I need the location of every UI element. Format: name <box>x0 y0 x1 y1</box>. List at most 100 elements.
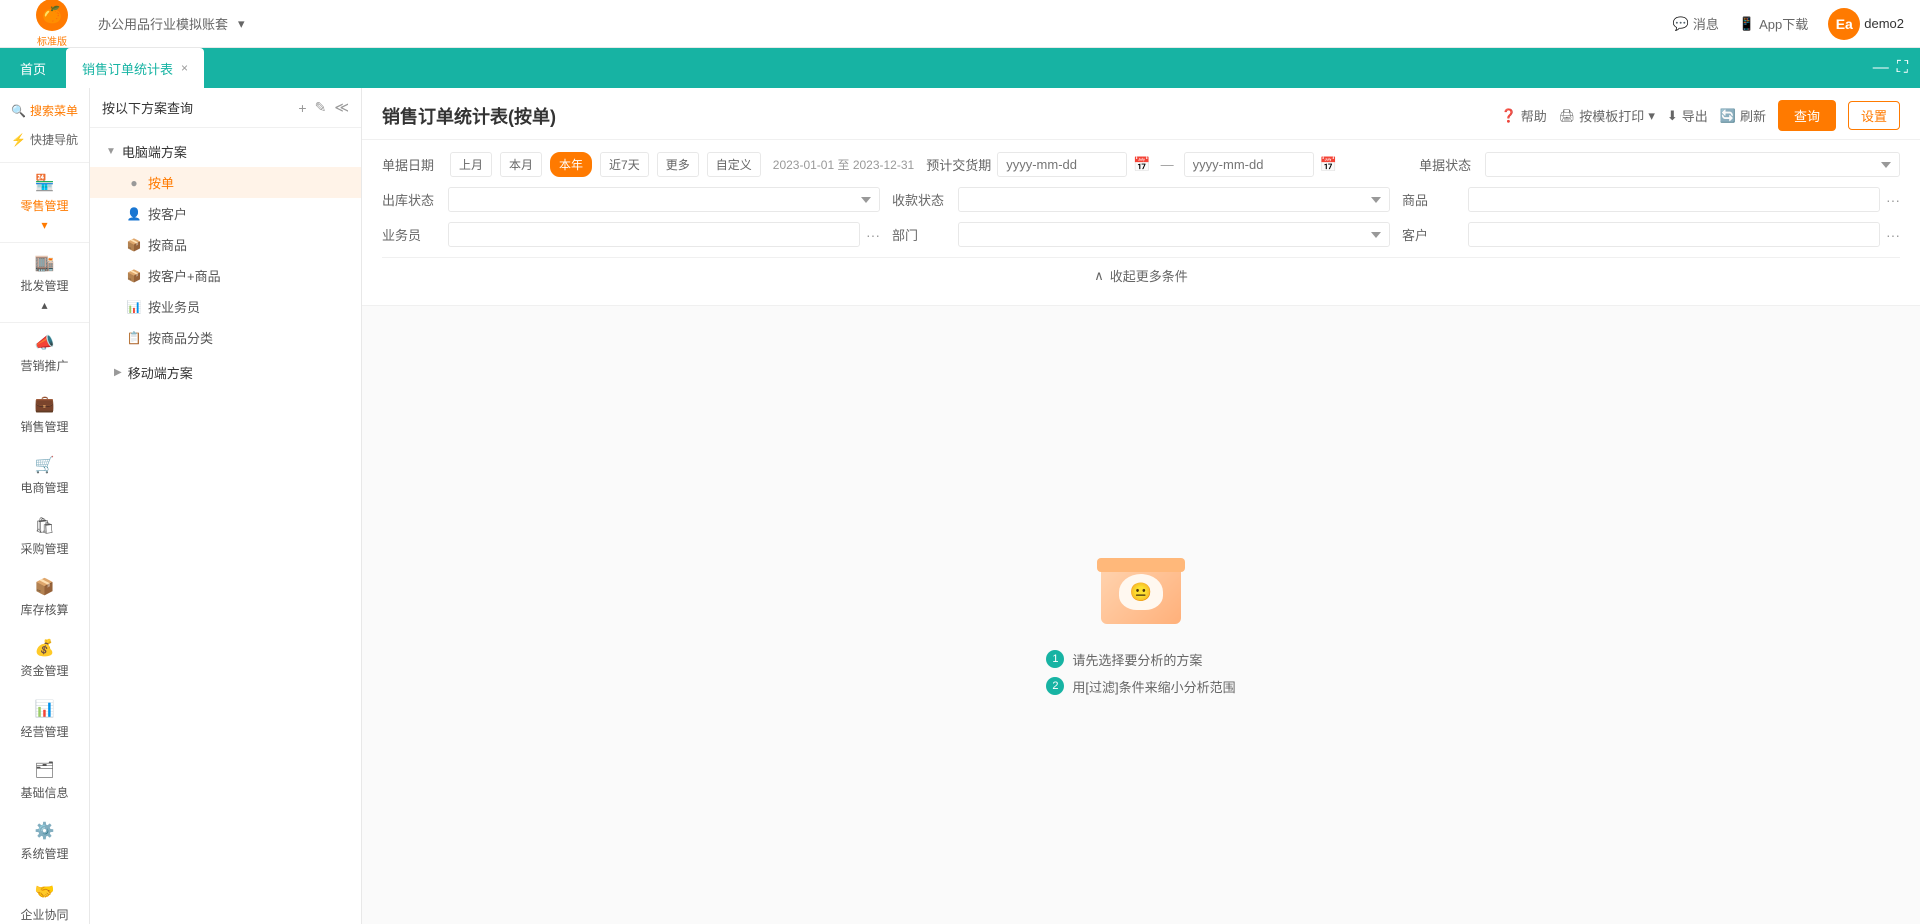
tree-group-pc-title[interactable]: ▼ 电脑端方案 <box>90 136 361 167</box>
delivery-status-select[interactable] <box>448 187 880 212</box>
collapse-panel-btn[interactable]: ≪ <box>334 99 349 116</box>
product-input[interactable] <box>1468 187 1880 212</box>
search-icon: 🔍 <box>11 104 26 118</box>
date-last-7[interactable]: 近7天 <box>600 152 649 177</box>
minimize-btn[interactable]: — <box>1873 59 1889 77</box>
add-scheme-btn[interactable]: + <box>298 100 306 116</box>
sidebar-item-retail-label: 零售管理 <box>20 197 68 214</box>
date-filter: 单据日期 上月 本月 本年 近7天 更多 自定义 2023-01-01 至 20… <box>382 152 914 177</box>
setting-btn[interactable]: 设置 <box>1848 101 1900 130</box>
mobile-group-arrow: ▶ <box>114 367 122 378</box>
template-print-btn[interactable]: 🖨 按模板打印 ▾ <box>1559 106 1655 125</box>
sidebar-item-basic[interactable]: 🗂 基础信息 <box>0 750 89 811</box>
page-actions: ❓ 帮助 🖨 按模板打印 ▾ ⬇ 导出 🔄 刷新 <box>1501 100 1900 131</box>
sidebar-item-finance[interactable]: 💰 资金管理 <box>0 628 89 689</box>
download-btn[interactable]: 📱 App下载 <box>1739 14 1808 33</box>
user-area[interactable]: Ea demo2 <box>1828 8 1904 40</box>
sidebar-item-wholesale-label: 批发管理 <box>20 277 68 294</box>
expected-delivery-filter: 预计交货期 📅 — 📅 <box>926 152 1407 177</box>
tree-group-mobile-title[interactable]: ▶ 移动端方案 <box>90 357 361 388</box>
sidebar-item-ecommerce[interactable]: 🛒 电商管理 <box>0 445 89 506</box>
customer-input[interactable] <box>1468 222 1880 247</box>
collapse-chevron-icon: ∧ <box>1094 268 1104 284</box>
cal-from-icon[interactable]: 📅 <box>1133 156 1150 173</box>
edit-scheme-btn[interactable]: ✎ <box>315 99 327 116</box>
cal-to-icon[interactable]: 📅 <box>1320 156 1337 173</box>
collapse-btn[interactable]: ∧ 收起更多条件 <box>382 257 1900 293</box>
salesperson-input[interactable] <box>448 222 860 247</box>
export-btn[interactable]: ⬇ 导出 <box>1667 106 1708 125</box>
pc-group-arrow: ▼ <box>106 146 116 157</box>
customer-filter: 客户 ··· <box>1402 222 1900 247</box>
query-btn[interactable]: 查询 <box>1778 100 1836 131</box>
date-custom[interactable]: 自定义 <box>707 152 761 177</box>
tree-item-by-product[interactable]: 📦 按商品 <box>90 229 361 260</box>
tree-item-by-customer[interactable]: 👤 按客户 <box>90 198 361 229</box>
sidebar-top: 🔍 搜索菜单 ⚡ 快捷导航 <box>0 88 89 163</box>
left-panel-title: 按以下方案查询 <box>102 98 290 117</box>
expected-delivery-from[interactable] <box>997 152 1127 177</box>
sidebar-shortcut[interactable]: ⚡ 快捷导航 <box>0 125 89 154</box>
inventory-icon: 📦 <box>35 577 55 597</box>
page-title: 销售订单统计表(按单) <box>382 103 556 129</box>
by-customer-product-icon: 📦 <box>126 269 142 283</box>
tree-item-by-customer-product[interactable]: 📦 按客户+商品 <box>90 260 361 291</box>
date-this-year[interactable]: 本年 <box>550 152 592 177</box>
sidebar-group-retail: 🏪 零售管理 ▾ <box>0 163 89 243</box>
doc-status-select[interactable] <box>1485 152 1900 177</box>
sidebar-item-wholesale[interactable]: 🏬 批发管理 ▴ <box>0 243 89 322</box>
message-icon: 💬 <box>1673 16 1689 32</box>
sidebar-item-inventory[interactable]: 📦 库存核算 <box>0 567 89 628</box>
sidebar-item-system-label: 系统管理 <box>20 845 68 862</box>
sidebar-item-marketing[interactable]: 📣 营销推广 <box>0 323 89 384</box>
left-panel-tree: ▼ 电脑端方案 ● 按单 👤 按客户 📦 按商品 <box>90 128 361 924</box>
sidebar-item-system[interactable]: ⚙️ 系统管理 <box>0 811 89 872</box>
wholesale-icon: 🏬 <box>35 253 55 273</box>
expected-delivery-to[interactable] <box>1184 152 1314 177</box>
help-icon: ❓ <box>1501 108 1517 124</box>
date-last-month[interactable]: 上月 <box>450 152 492 177</box>
department-label: 部门 <box>892 225 952 244</box>
content-area: 按以下方案查询 + ✎ ≪ ▼ 电脑端方案 ● 按单 👤 <box>90 88 1920 924</box>
date-more[interactable]: 更多 <box>657 152 699 177</box>
sidebar-item-enterprise[interactable]: 🤝 企业协同 <box>0 872 89 924</box>
sidebar-item-sales[interactable]: 💼 销售管理 <box>0 384 89 445</box>
message-btn[interactable]: 💬 消息 <box>1673 14 1719 33</box>
refresh-btn[interactable]: 🔄 刷新 <box>1720 106 1766 125</box>
tab-sales-report[interactable]: 销售订单统计表 × <box>66 48 204 88</box>
tab-home[interactable]: 首页 <box>0 48 66 88</box>
sidebar-group-wholesale: 🏬 批发管理 ▴ <box>0 243 89 323</box>
sidebar-item-ecommerce-label: 电商管理 <box>20 479 68 496</box>
empty-tip-2: 2 用[过滤]条件来缩小分析范围 <box>1046 677 1235 696</box>
sidebar-search[interactable]: 🔍 搜索菜单 <box>0 96 89 125</box>
wholesale-dropdown-icon: ▴ <box>41 298 47 312</box>
ecommerce-icon: 🛒 <box>35 455 55 475</box>
tree-item-by-product-category[interactable]: 📋 按商品分类 <box>90 322 361 353</box>
empty-tip-1: 1 请先选择要分析的方案 <box>1046 650 1235 669</box>
by-order-icon: ● <box>126 176 142 190</box>
customer-more-icon[interactable]: ··· <box>1886 227 1900 243</box>
sidebar-item-operations[interactable]: 📊 经营管理 <box>0 689 89 750</box>
sidebar-item-retail[interactable]: 🏪 零售管理 ▾ <box>0 163 89 242</box>
payment-status-filter: 收款状态 <box>892 187 1390 212</box>
tip-text-2: 用[过滤]条件来缩小分析范围 <box>1072 677 1235 696</box>
tree-item-by-salesperson[interactable]: 📊 按业务员 <box>90 291 361 322</box>
salesperson-more-icon[interactable]: ··· <box>866 227 880 243</box>
tree-item-by-order[interactable]: ● 按单 <box>90 167 361 198</box>
delivery-status-label: 出库状态 <box>382 190 442 209</box>
date-dash: — <box>1157 157 1178 172</box>
tip-num-2: 2 <box>1046 677 1064 695</box>
department-filter: 部门 <box>892 222 1390 247</box>
help-btn[interactable]: ❓ 帮助 <box>1501 106 1547 125</box>
mobile-group-label: 移动端方案 <box>128 363 193 382</box>
payment-status-select[interactable] <box>958 187 1390 212</box>
product-more-icon[interactable]: ··· <box>1886 192 1900 208</box>
date-this-month[interactable]: 本月 <box>500 152 542 177</box>
department-select[interactable] <box>958 222 1390 247</box>
maximize-btn[interactable]: ⛶ <box>1897 59 1908 77</box>
empty-state: 😐 1 请先选择要分析的方案 2 用[过滤]条件来缩小分析范围 <box>362 306 1920 924</box>
sidebar-item-purchase[interactable]: 🛍 采购管理 <box>0 506 89 567</box>
tab-close-btn[interactable]: × <box>181 61 188 75</box>
app-dropdown[interactable]: ▾ <box>238 16 245 32</box>
by-salesperson-label: 按业务员 <box>148 297 200 316</box>
